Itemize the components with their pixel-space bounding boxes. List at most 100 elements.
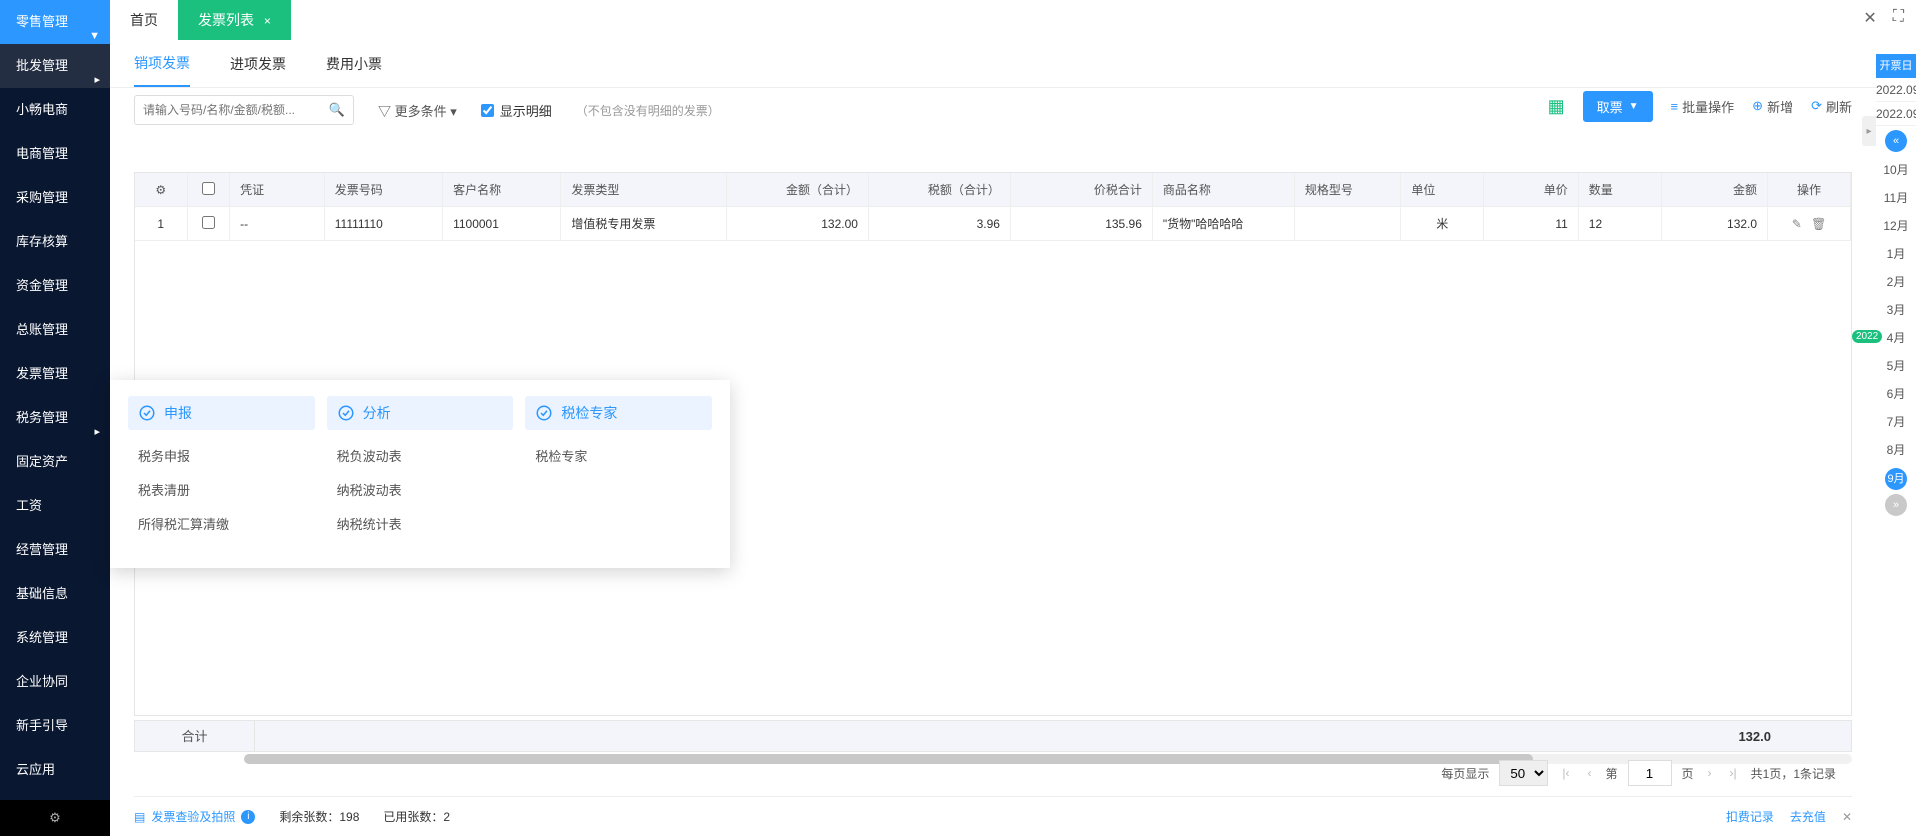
rail-month[interactable]: 5月 (1876, 352, 1916, 380)
sidebar-item-15[interactable]: 企业协同 (0, 660, 110, 704)
rail-month[interactable]: 12月 (1876, 212, 1916, 240)
add-button[interactable]: ⊕新增 (1752, 97, 1793, 116)
gear-icon[interactable]: ⚙ (0, 800, 110, 836)
subtab-sales[interactable]: 销项发票 (134, 41, 190, 87)
show-detail-checkbox[interactable]: 显示明细 (481, 101, 552, 120)
sidebar-item-13[interactable]: 基础信息 (0, 572, 110, 616)
close-icon[interactable]: × (264, 14, 271, 28)
sidebar-item-11[interactable]: 工资 (0, 484, 110, 528)
th-tax[interactable]: 税额（合计） (868, 173, 1010, 207)
rail-month[interactable]: 8月 (1876, 436, 1916, 464)
rail-month[interactable]: 6月 (1876, 380, 1916, 408)
search-input[interactable] (143, 103, 329, 117)
table-row[interactable]: 1 -- 11111110 1100001 增值税专用发票 132.00 3.9… (135, 207, 1851, 241)
tab-home[interactable]: 首页 (110, 0, 178, 40)
status-title: ▤ 发票查验及拍照 i (134, 808, 255, 825)
th-product[interactable]: 商品名称 (1152, 173, 1294, 207)
next-page-icon[interactable]: › (1704, 766, 1716, 780)
per-page-select[interactable]: 50 (1499, 760, 1548, 786)
page-input[interactable] (1628, 760, 1672, 786)
th-customer[interactable]: 客户名称 (443, 173, 561, 207)
th-price[interactable]: 单价 (1484, 173, 1579, 207)
th-amount[interactable]: 金额（合计） (726, 173, 868, 207)
chevron-down-icon: ▼ (1629, 101, 1639, 112)
sidebar-item-7[interactable]: 总账管理 (0, 308, 110, 352)
fullscreen-icon[interactable]: ⛶ (1893, 8, 1904, 28)
recharge-link[interactable]: 去充值 (1790, 808, 1826, 825)
remain-count: 剩余张数：198 (279, 808, 359, 825)
rail-month[interactable]: 2月 (1876, 268, 1916, 296)
subtab-purchase[interactable]: 进项发票 (230, 42, 286, 86)
sidebar-item-3[interactable]: 电商管理 (0, 132, 110, 176)
checkbox[interactable] (481, 104, 494, 117)
cell-total: 135.96 (1010, 207, 1152, 241)
rail-up-icon[interactable]: « (1885, 130, 1907, 152)
qr-icon[interactable]: ▦ (1548, 96, 1565, 117)
prev-page-icon[interactable]: ‹ (1583, 766, 1595, 780)
th-sum[interactable]: 金额 (1661, 173, 1767, 207)
th-total[interactable]: 价税合计 (1010, 173, 1152, 207)
search-icon[interactable]: 🔍 (329, 102, 345, 118)
cell-voucher: -- (230, 207, 325, 241)
th-qty[interactable]: 数量 (1578, 173, 1661, 207)
info-icon[interactable]: i (241, 810, 255, 824)
get-invoice-button[interactable]: 取票 ▼ (1583, 91, 1653, 122)
more-conditions[interactable]: ▽ 更多条件 ▾ (378, 101, 457, 120)
delete-icon[interactable]: 🗑 (1811, 217, 1826, 231)
batch-button[interactable]: ≡批量操作 (1671, 97, 1735, 116)
rail-month[interactable]: 4月 (1876, 324, 1916, 352)
sidebar-item-1[interactable]: 批发管理▸ (0, 44, 110, 88)
subtab-expense[interactable]: 费用小票 (326, 42, 382, 86)
sidebar-item-5[interactable]: 库存核算 (0, 220, 110, 264)
th-op[interactable]: 操作 (1768, 173, 1851, 207)
sidebar-item-2[interactable]: 小畅电商 (0, 88, 110, 132)
th-spec[interactable]: 规格型号 (1294, 173, 1400, 207)
sidebar-item-4[interactable]: 采购管理 (0, 176, 110, 220)
rail-down-icon[interactable]: » (1885, 494, 1907, 516)
rail-month[interactable]: 11月 (1876, 184, 1916, 212)
rail-year-from[interactable]: 2022.09 (1876, 78, 1916, 102)
rail-month[interactable]: 1月 (1876, 240, 1916, 268)
tab-invoice-list[interactable]: 发票列表 × (178, 0, 291, 40)
flyout-item[interactable]: 税表清册 (128, 474, 315, 508)
refresh-button[interactable]: ⟳刷新 (1811, 97, 1852, 116)
sidebar-item-16[interactable]: 新手引导 (0, 704, 110, 748)
flyout-item[interactable]: 税检专家 (525, 440, 712, 474)
close-all-icon[interactable]: ✕ (1863, 8, 1876, 28)
th-invoice-no[interactable]: 发票号码 (324, 173, 442, 207)
flyout-item[interactable]: 纳税波动表 (327, 474, 514, 508)
first-page-icon[interactable]: |‹ (1558, 766, 1573, 780)
last-page-icon[interactable]: ›| (1726, 766, 1741, 780)
flyout-item[interactable]: 税务申报 (128, 440, 315, 474)
rail-year-to[interactable]: 2022.09 (1876, 102, 1916, 126)
rail-month[interactable]: 10月 (1876, 156, 1916, 184)
status-bar: ▤ 发票查验及拍照 i 剩余张数：198 已用张数：2 扣费记录 去充值 ✕ (134, 796, 1852, 836)
sidebar-item-10[interactable]: 固定资产 (0, 440, 110, 484)
filter-hint: （不包含没有明细的发票） (576, 102, 720, 119)
sidebar-item-9[interactable]: 税务管理▸ (0, 396, 110, 440)
edit-icon[interactable]: ✎ (1792, 217, 1802, 231)
rail-month-selected[interactable]: 9月 (1885, 468, 1907, 490)
used-count: 已用张数：2 (383, 808, 450, 825)
deduct-link[interactable]: 扣费记录 (1726, 808, 1774, 825)
row-checkbox[interactable] (187, 207, 230, 241)
sidebar-item-0[interactable]: 零售管理▼ (0, 0, 110, 44)
close-status-icon[interactable]: ✕ (1842, 810, 1852, 824)
cell-qty: 12 (1578, 207, 1661, 241)
th-unit[interactable]: 单位 (1401, 173, 1484, 207)
flyout-item[interactable]: 所得税汇算清缴 (128, 508, 315, 542)
rail-month[interactable]: 7月 (1876, 408, 1916, 436)
rail-month[interactable]: 3月 (1876, 296, 1916, 324)
gear-col[interactable]: ⚙ (135, 173, 187, 207)
th-type[interactable]: 发票类型 (561, 173, 727, 207)
collapse-rail-icon[interactable]: ▸ (1862, 116, 1876, 146)
checkbox-col[interactable] (187, 173, 230, 207)
sidebar-item-8[interactable]: 发票管理 (0, 352, 110, 396)
th-voucher[interactable]: 凭证 (230, 173, 325, 207)
sidebar-item-6[interactable]: 资金管理 (0, 264, 110, 308)
flyout-item[interactable]: 税负波动表 (327, 440, 514, 474)
flyout-item[interactable]: 纳税统计表 (327, 508, 514, 542)
sidebar-item-12[interactable]: 经营管理 (0, 528, 110, 572)
sidebar-item-14[interactable]: 系统管理 (0, 616, 110, 660)
sidebar-item-17[interactable]: 云应用 (0, 748, 110, 792)
